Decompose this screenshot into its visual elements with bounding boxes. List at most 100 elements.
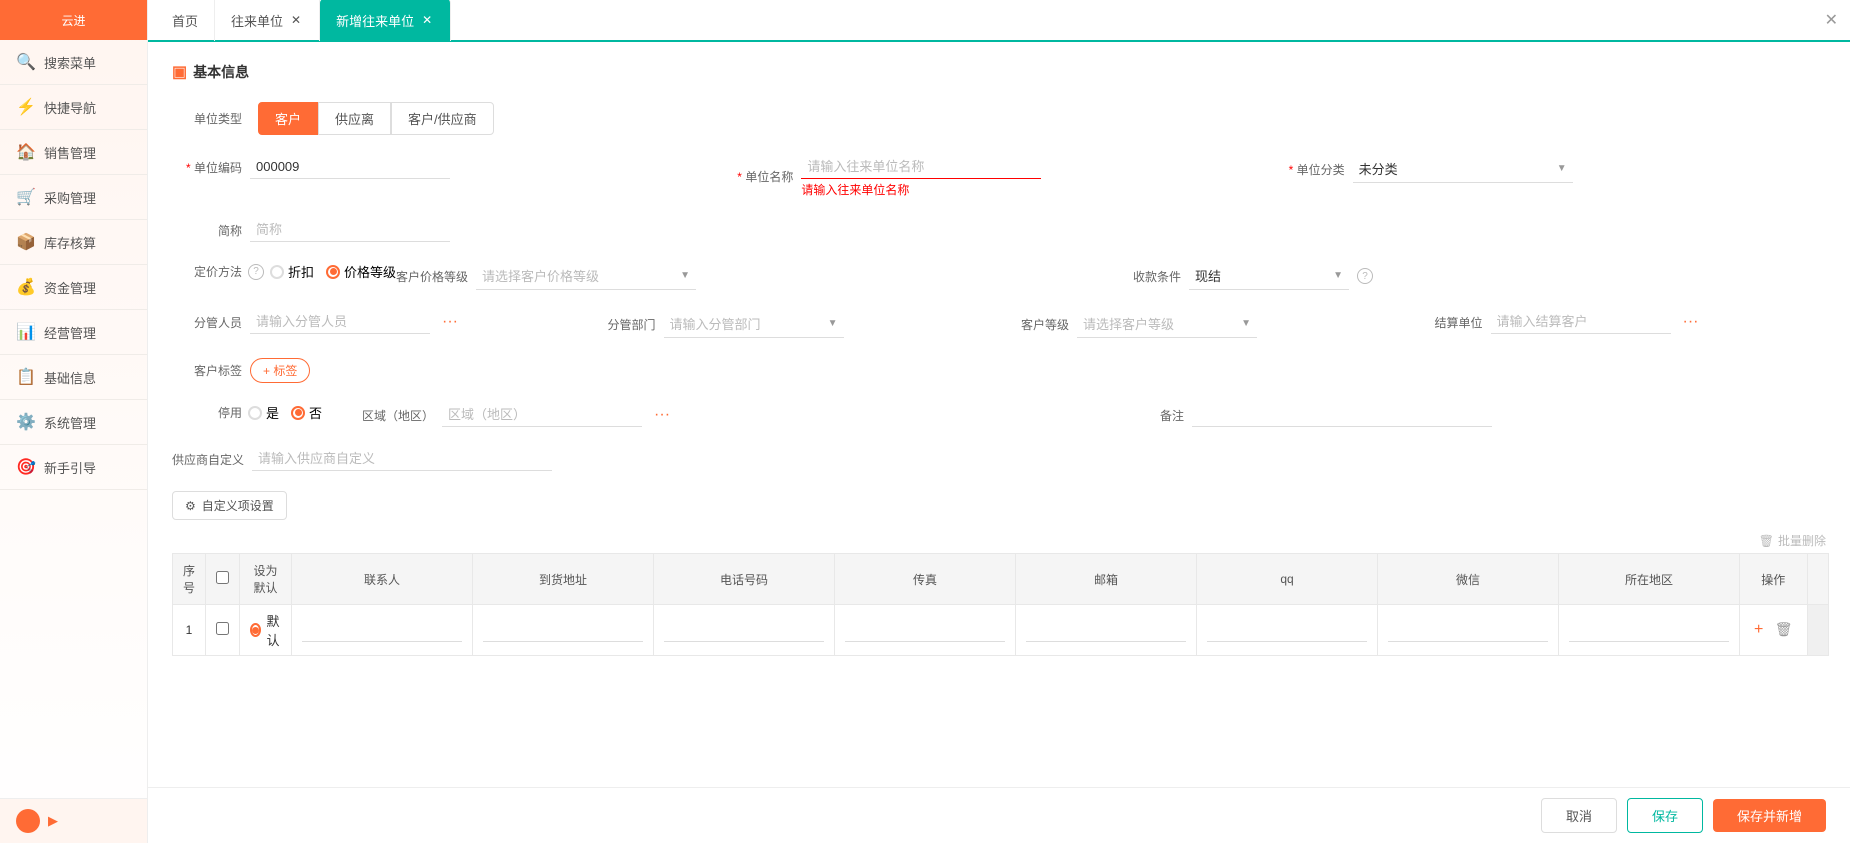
settlement-group: 结算单位 ··· [1413, 310, 1827, 334]
add-tag-button[interactable]: + 标签 [250, 358, 310, 383]
sidebar-item-quick-nav[interactable]: ⚡ 快捷导航 [0, 85, 147, 130]
supplier-custom-input[interactable] [252, 447, 552, 471]
dept-select[interactable]: 请输入分管部门 ▼ [664, 310, 844, 338]
tab-partners-close[interactable]: ✕ [289, 11, 303, 29]
settlement-dots-btn[interactable]: ··· [1679, 313, 1703, 331]
unit-category-select[interactable]: 未分类 ▼ [1353, 155, 1573, 183]
settlement-input[interactable] [1491, 310, 1671, 334]
sidebar-item-purchase[interactable]: 🛒 采购管理 [0, 175, 147, 220]
tab-new-partner-close[interactable]: ✕ [420, 11, 434, 29]
window-close-button[interactable]: ✕ [1825, 10, 1838, 30]
manager-dots-btn[interactable]: ··· [438, 313, 462, 331]
row-region-input[interactable] [1569, 618, 1729, 642]
payment-terms-help-icon[interactable]: ? [1357, 268, 1373, 284]
inventory-icon: 📦 [16, 232, 36, 252]
tab-partners[interactable]: 往来单位 ✕ [215, 0, 320, 41]
type-btn-supplier[interactable]: 供应离 [318, 102, 391, 135]
email-input[interactable] [1026, 618, 1186, 642]
save-button[interactable]: 保存 [1627, 798, 1703, 833]
radio-yes[interactable]: 是 [248, 403, 279, 422]
cancel-button[interactable]: 取消 [1541, 798, 1617, 833]
table-header-row: 序号 设为默认 联系人 到货地址 电话号码 传真 邮箱 qq 微信 所在地区 操… [173, 554, 1829, 605]
region-input[interactable] [442, 403, 642, 427]
sidebar-item-inventory[interactable]: 📦 库存核算 [0, 220, 147, 265]
sidebar-item-operations[interactable]: 📊 经营管理 [0, 310, 147, 355]
row-qq [1197, 605, 1378, 656]
tab-home[interactable]: 首页 [156, 0, 215, 41]
unit-code-label: 单位编码 [172, 159, 242, 176]
unit-code-input[interactable] [250, 155, 450, 179]
pricing-radio-group: 折扣 价格等级 [270, 262, 396, 281]
customer-level-placeholder: 请选择客户等级 [1083, 314, 1237, 333]
sidebar-item-base-info[interactable]: 📋 基础信息 [0, 355, 147, 400]
unit-name-input-wrapper: 请输入往来单位名称 [801, 155, 1274, 198]
remark-input[interactable] [1192, 403, 1492, 427]
type-btn-group: 客户 供应离 客户/供应商 [258, 102, 494, 135]
remark-label: 备注 [1114, 407, 1184, 424]
pricing-label: 定价方法 [172, 263, 242, 280]
operations-icon: 📊 [16, 322, 36, 342]
unit-name-error: 请输入往来单位名称 [801, 181, 1274, 198]
th-region: 所在地区 [1559, 554, 1740, 605]
manager-input[interactable] [250, 310, 430, 334]
short-name-input[interactable] [250, 218, 450, 242]
radio-no[interactable]: 否 [291, 403, 322, 422]
tab-new-partner[interactable]: 新增往来单位 ✕ [320, 0, 451, 41]
type-btn-customer[interactable]: 客户 [258, 102, 318, 135]
main-area: 首页 往来单位 ✕ 新增往来单位 ✕ ✕ ▣ 基本信息 单位类型 客户 供应离 … [148, 0, 1850, 843]
delete-row-button[interactable]: 🗑 [1771, 621, 1797, 637]
pricing-help-icon[interactable]: ? [248, 264, 264, 280]
fax-input[interactable] [845, 618, 1005, 642]
customer-level-select[interactable]: 请选择客户等级 ▼ [1077, 310, 1257, 338]
contact-table: 序号 设为默认 联系人 到货地址 电话号码 传真 邮箱 qq 微信 所在地区 操… [172, 553, 1829, 656]
sidebar-item-system[interactable]: ⚙️ 系统管理 [0, 400, 147, 445]
unit-name-input[interactable] [801, 155, 1041, 179]
phone-input[interactable] [664, 618, 824, 642]
contact-input[interactable] [302, 618, 462, 642]
row-default-cell: 默认 [240, 605, 292, 656]
customer-level-group: 客户等级 请选择客户等级 ▼ [999, 310, 1413, 338]
custom-settings-button[interactable]: ⚙ 自定义项设置 [172, 491, 287, 520]
row-default-radio[interactable]: 默认 [250, 611, 281, 649]
batch-delete-button[interactable]: 🗑 批量删除 [1759, 532, 1826, 549]
form-content: ▣ 基本信息 单位类型 客户 供应离 客户/供应商 单位编码 单位名称 [148, 42, 1850, 787]
sidebar-logo: 云进 [0, 0, 147, 40]
customer-level-label: 客户等级 [999, 316, 1069, 333]
short-name-group: 简称 [172, 218, 1826, 242]
type-btn-both[interactable]: 客户/供应商 [391, 102, 494, 135]
row-scrollbar [1807, 605, 1828, 656]
unit-category-chevron: ▼ [1557, 163, 1567, 174]
expand-icon[interactable]: ▶ [48, 813, 58, 829]
customer-price-select[interactable]: 请选择客户价格等级 ▼ [476, 262, 696, 290]
finance-icon: 💰 [16, 277, 36, 297]
region-dots-btn[interactable]: ··· [650, 406, 674, 424]
th-contact: 联系人 [292, 554, 473, 605]
unit-type-row: 单位类型 客户 供应离 客户/供应商 [172, 102, 1826, 135]
select-all-checkbox[interactable] [216, 571, 229, 584]
th-action: 操作 [1740, 554, 1807, 605]
qq-input[interactable] [1207, 618, 1367, 642]
sidebar-item-finance[interactable]: 💰 资金管理 [0, 265, 147, 310]
radio-discount[interactable]: 折扣 [270, 262, 314, 281]
row-checkbox[interactable] [216, 622, 229, 635]
code-name-category-row: 单位编码 单位名称 请输入往来单位名称 单位分类 未分类 ▼ [172, 155, 1826, 198]
sidebar-item-guide[interactable]: 🎯 新手引导 [0, 445, 147, 490]
row-fax [835, 605, 1016, 656]
region-group: 区域（地区） ··· [362, 403, 1074, 427]
radio-price-level[interactable]: 价格等级 [326, 262, 396, 281]
supplier-custom-label: 供应商自定义 [172, 451, 244, 468]
sidebar-item-search[interactable]: 🔍 搜索菜单 [0, 40, 147, 85]
add-row-button[interactable]: + [1750, 621, 1767, 638]
region-label: 区域（地区） [362, 407, 434, 424]
sidebar-item-sales[interactable]: 🏠 销售管理 [0, 130, 147, 175]
sales-icon: 🏠 [16, 142, 36, 162]
th-address: 到货地址 [473, 554, 654, 605]
supplier-custom-row: 供应商自定义 [172, 447, 1826, 471]
wechat-input[interactable] [1388, 618, 1548, 642]
payment-terms-select[interactable]: 现结 ▼ [1189, 262, 1349, 290]
row-seq: 1 [173, 605, 206, 656]
save-new-button[interactable]: 保存并新增 [1713, 799, 1826, 832]
tags-group: 客户标签 + 标签 [172, 358, 1826, 383]
row-region [1559, 605, 1740, 656]
address-input[interactable] [483, 618, 643, 642]
